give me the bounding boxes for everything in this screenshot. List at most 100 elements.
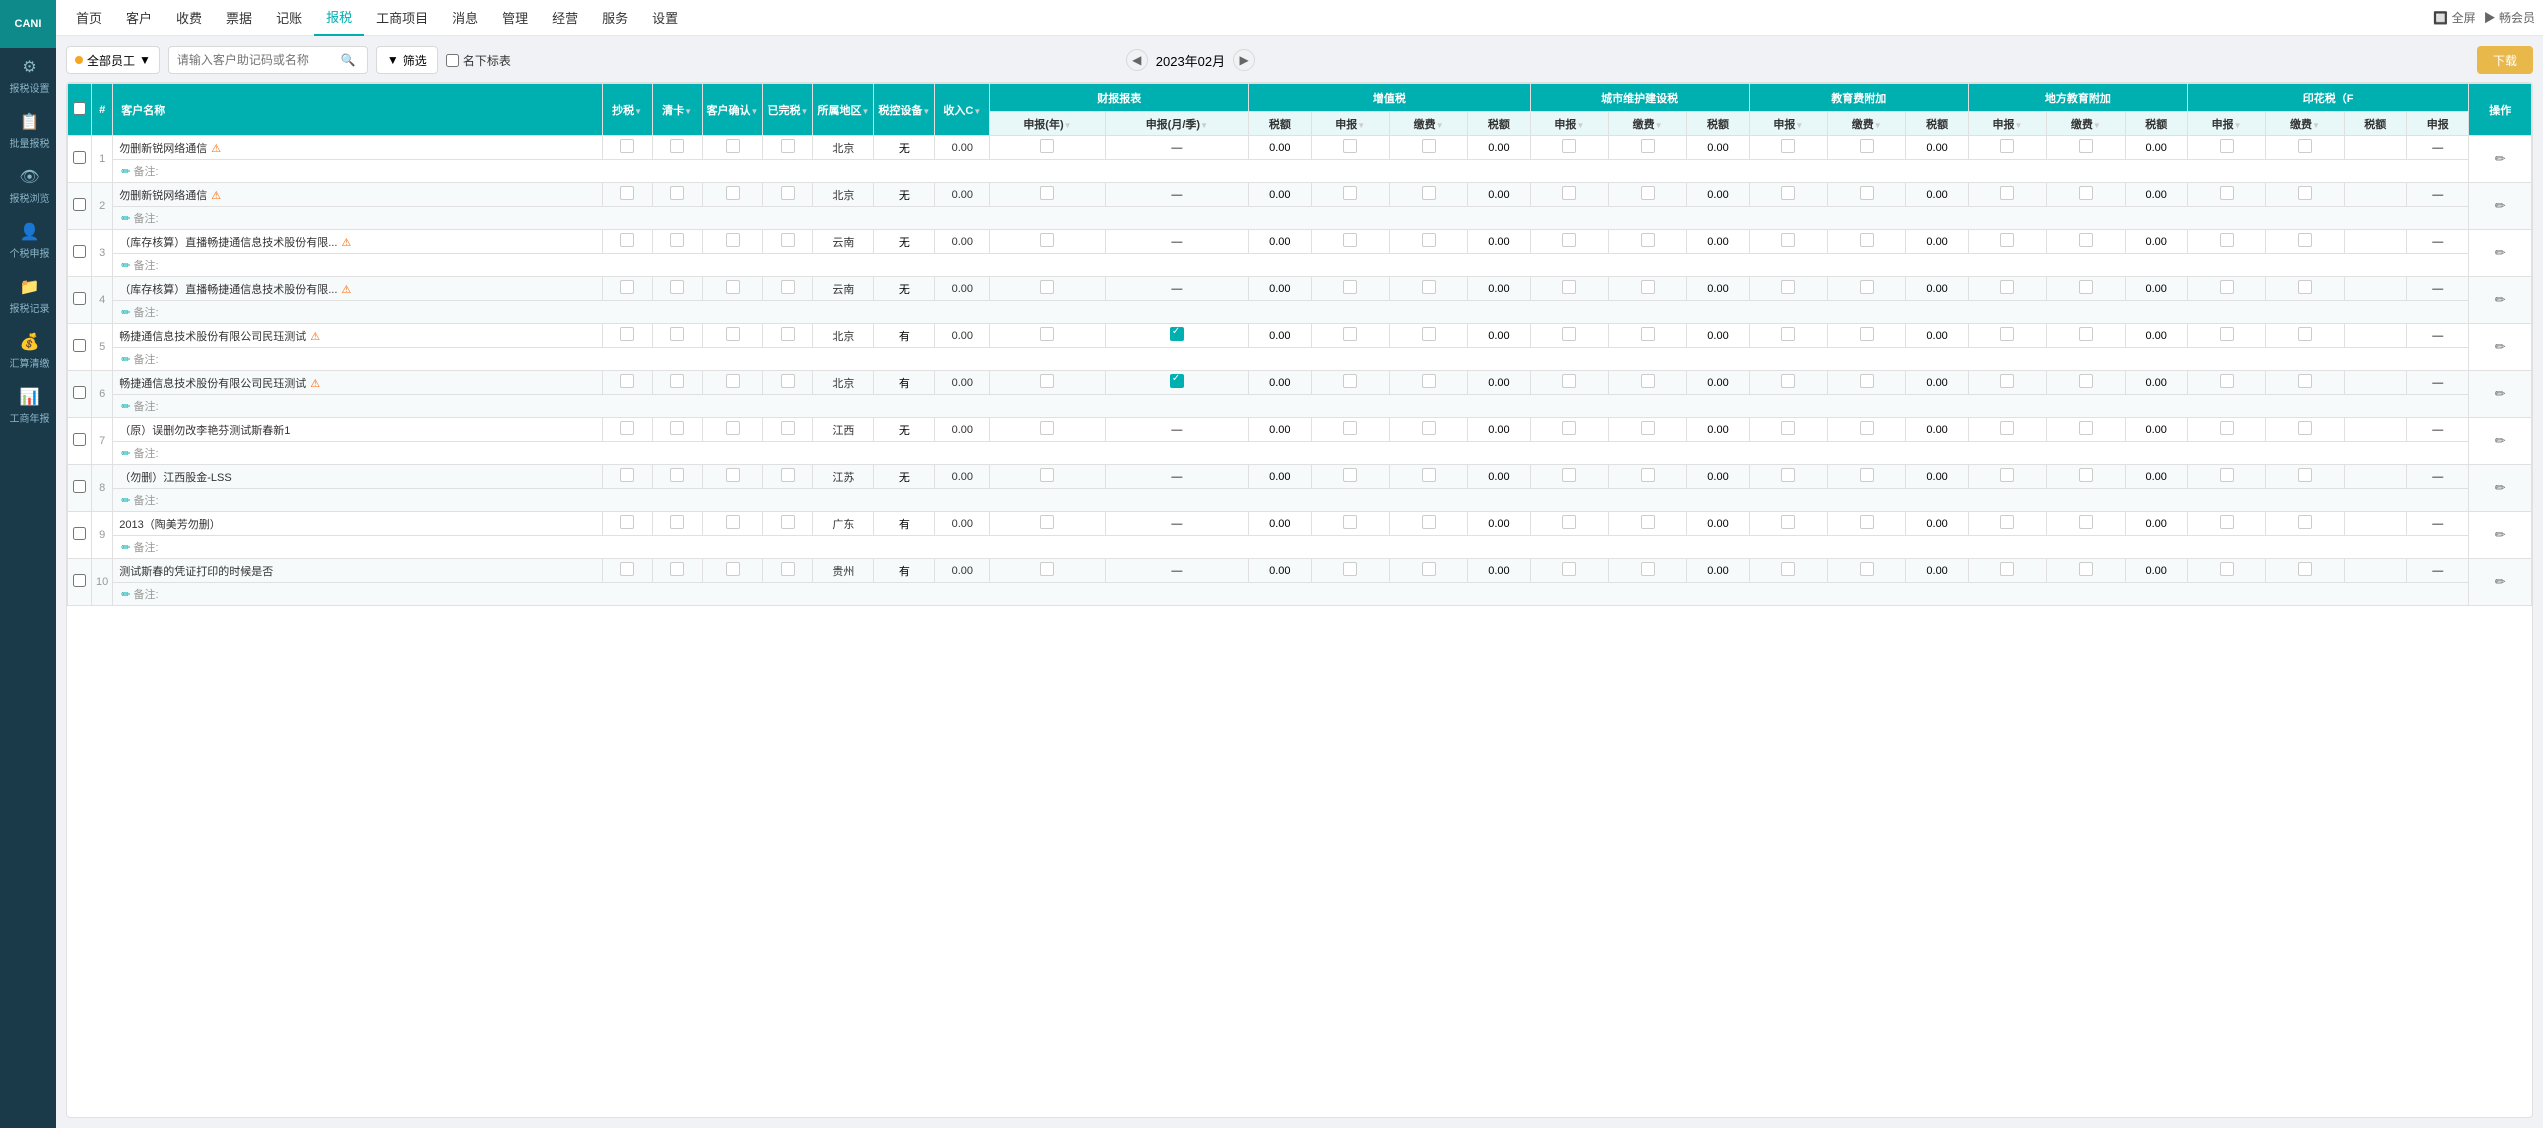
- chaosui-cell[interactable]: [602, 277, 652, 301]
- edit-icon[interactable]: ✏: [2495, 339, 2506, 354]
- select-all-checkbox[interactable]: [73, 102, 86, 115]
- row-checkbox-cell[interactable]: [68, 136, 92, 183]
- city-jiaof-cell[interactable]: [1608, 324, 1686, 348]
- confirm-cell[interactable]: [702, 559, 763, 583]
- row-checkbox-cell[interactable]: [68, 418, 92, 465]
- fin-month-cell[interactable]: [1105, 324, 1249, 348]
- local-shenb-cell[interactable]: [1968, 371, 2046, 395]
- vat-shenb-cell[interactable]: [1311, 183, 1389, 207]
- operation-cell[interactable]: ✏: [2469, 230, 2532, 277]
- local-shenb-cell[interactable]: [1968, 418, 2046, 442]
- local-shenb-cell[interactable]: [1968, 183, 2046, 207]
- confirm-cell[interactable]: [702, 230, 763, 254]
- fin-month-cell[interactable]: [1105, 371, 1249, 395]
- vat-jiaof-cell[interactable]: [1389, 371, 1467, 395]
- chaosui-cell[interactable]: [602, 230, 652, 254]
- operation-cell[interactable]: ✏: [2469, 418, 2532, 465]
- edit-icon[interactable]: ✏: [2495, 527, 2506, 542]
- vat-shenb-cell[interactable]: [1311, 230, 1389, 254]
- edit-icon[interactable]: ✏: [2495, 151, 2506, 166]
- city-jiaof-cell[interactable]: [1608, 136, 1686, 160]
- confirm-cell[interactable]: [702, 324, 763, 348]
- fin-year-cell[interactable]: [990, 465, 1105, 489]
- note-pencil-icon[interactable]: ✏: [121, 401, 130, 413]
- stamp-jiaof-cell[interactable]: [2266, 324, 2344, 348]
- edu-shenb-cell[interactable]: [1749, 277, 1827, 301]
- edu-jiaof-cell[interactable]: [1828, 183, 1906, 207]
- city-shenb-cell[interactable]: [1530, 230, 1608, 254]
- edu-jiaof-cell[interactable]: [1828, 371, 1906, 395]
- nav-fee[interactable]: 收费: [164, 0, 214, 36]
- local-jiaof-cell[interactable]: [2047, 371, 2125, 395]
- city-shenb-cell[interactable]: [1530, 136, 1608, 160]
- nav-manage[interactable]: 管理: [490, 0, 540, 36]
- operation-cell[interactable]: ✏: [2469, 136, 2532, 183]
- paid-cell[interactable]: [763, 418, 813, 442]
- local-jiaof-cell[interactable]: [2047, 136, 2125, 160]
- vat-shenb-cell[interactable]: [1311, 465, 1389, 489]
- edu-shenb-cell[interactable]: [1749, 512, 1827, 536]
- stamp-shenb-cell[interactable]: [2187, 183, 2265, 207]
- prev-month-button[interactable]: ◀: [1126, 49, 1148, 71]
- name-label-checkbox[interactable]: [446, 54, 459, 67]
- vat-jiaof-cell[interactable]: [1389, 512, 1467, 536]
- local-jiaof-cell[interactable]: [2047, 418, 2125, 442]
- stamp-jiaof-cell[interactable]: [2266, 183, 2344, 207]
- paid-cell[interactable]: [763, 465, 813, 489]
- fin-year-cell[interactable]: [990, 559, 1105, 583]
- row-checkbox-cell[interactable]: [68, 183, 92, 230]
- stamp-shenb-cell[interactable]: [2187, 277, 2265, 301]
- row-checkbox-cell[interactable]: [68, 277, 92, 324]
- nav-business[interactable]: 工商项目: [364, 0, 440, 36]
- next-month-button[interactable]: ▶: [1233, 49, 1255, 71]
- filter-button[interactable]: ▼ 筛选: [376, 46, 438, 74]
- note-pencil-icon[interactable]: ✏: [121, 495, 130, 507]
- local-jiaof-cell[interactable]: [2047, 559, 2125, 583]
- fin-year-cell[interactable]: [990, 277, 1105, 301]
- sidebar-item-piliangbaoshui[interactable]: 📋 批量报税: [0, 103, 56, 158]
- qingka-cell[interactable]: [652, 183, 702, 207]
- chaosui-cell[interactable]: [602, 183, 652, 207]
- nav-tax[interactable]: 报税: [314, 0, 364, 36]
- chaosui-cell[interactable]: [602, 136, 652, 160]
- confirm-cell[interactable]: [702, 512, 763, 536]
- local-jiaof-cell[interactable]: [2047, 230, 2125, 254]
- stamp-jiaof-cell[interactable]: [2266, 371, 2344, 395]
- edit-icon[interactable]: ✏: [2495, 480, 2506, 495]
- operation-cell[interactable]: ✏: [2469, 371, 2532, 418]
- member-btn[interactable]: ▶ 畅会员: [2484, 9, 2535, 26]
- note-pencil-icon[interactable]: ✏: [121, 589, 130, 601]
- row-checkbox[interactable]: [73, 292, 86, 305]
- edu-shenb-cell[interactable]: [1749, 465, 1827, 489]
- nav-settings[interactable]: 设置: [640, 0, 690, 36]
- qingka-cell[interactable]: [652, 277, 702, 301]
- fin-month-cell[interactable]: —: [1105, 136, 1249, 160]
- download-button[interactable]: 下载: [2477, 46, 2533, 74]
- local-shenb-cell[interactable]: [1968, 559, 2046, 583]
- nav-service[interactable]: 服务: [590, 0, 640, 36]
- stamp-jiaof-cell[interactable]: [2266, 136, 2344, 160]
- sidebar-item-baoshuishezhi[interactable]: ⚙ 报税设置: [0, 48, 56, 103]
- row-checkbox[interactable]: [73, 574, 86, 587]
- note-pencil-icon[interactable]: ✏: [121, 542, 130, 554]
- operation-cell[interactable]: ✏: [2469, 512, 2532, 559]
- search-icon[interactable]: 🔍: [341, 53, 356, 67]
- chaosui-cell[interactable]: [602, 559, 652, 583]
- chaosui-cell[interactable]: [602, 371, 652, 395]
- vat-shenb-cell[interactable]: [1311, 418, 1389, 442]
- sidebar-item-gongshangnianbao[interactable]: 📊 工商年报: [0, 378, 56, 433]
- edu-jiaof-cell[interactable]: [1828, 559, 1906, 583]
- confirm-cell[interactable]: [702, 183, 763, 207]
- qingka-cell[interactable]: [652, 418, 702, 442]
- edu-jiaof-cell[interactable]: [1828, 230, 1906, 254]
- sidebar-item-baoshuiliulan[interactable]: 👁 报税浏览: [0, 158, 56, 213]
- city-jiaof-cell[interactable]: [1608, 277, 1686, 301]
- paid-cell[interactable]: [763, 559, 813, 583]
- row-checkbox-cell[interactable]: [68, 512, 92, 559]
- edu-shenb-cell[interactable]: [1749, 559, 1827, 583]
- vat-shenb-cell[interactable]: [1311, 136, 1389, 160]
- search-input[interactable]: [177, 53, 337, 67]
- stamp-shenb-cell[interactable]: [2187, 136, 2265, 160]
- qingka-cell[interactable]: [652, 230, 702, 254]
- edu-shenb-cell[interactable]: [1749, 230, 1827, 254]
